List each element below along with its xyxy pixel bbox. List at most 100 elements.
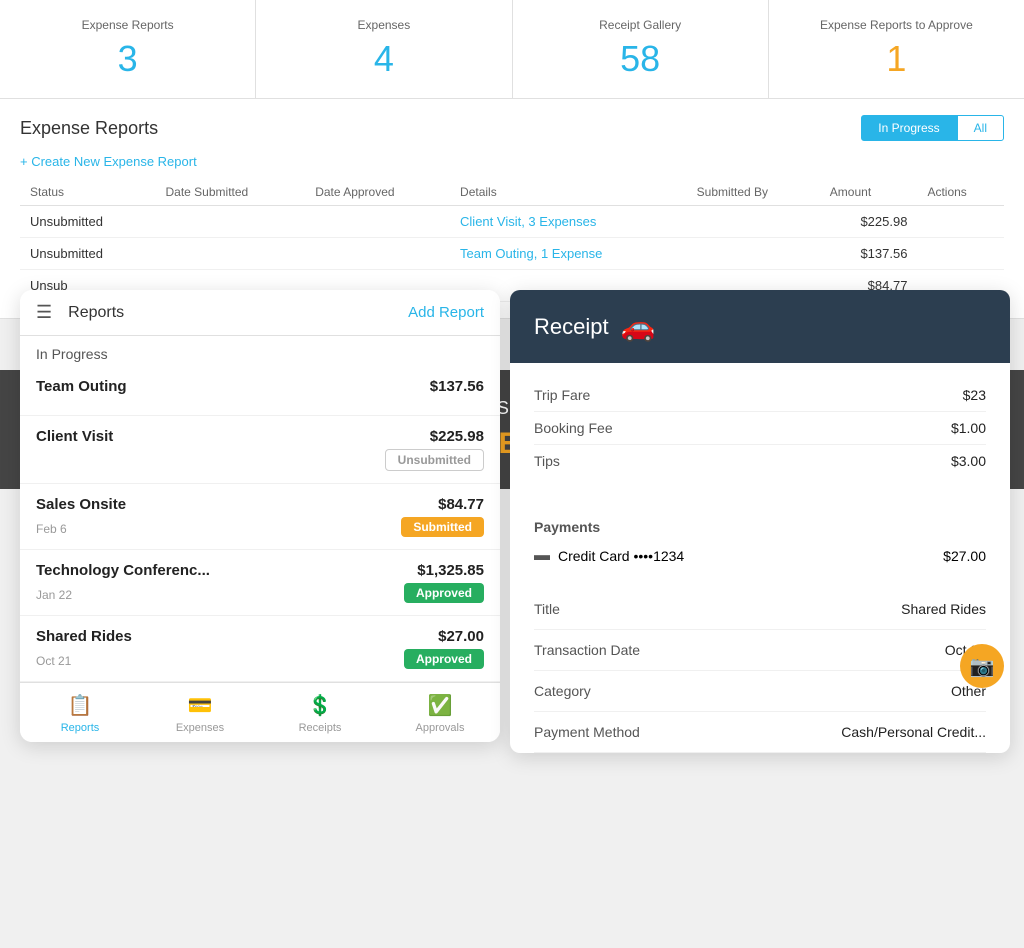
stats-bar: Expense Reports 3 Expenses 4 Receipt Gal… (0, 0, 1024, 99)
receipt-panel: Receipt 🚗 Trip Fare $23 Booking Fee $1.0… (510, 290, 1010, 753)
in-progress-header: In Progress (20, 336, 500, 366)
report-amount: $225.98 (430, 428, 484, 445)
list-item[interactable]: Shared Rides $27.00 Oct 21 Approved (20, 616, 500, 682)
cell-actions (917, 206, 1004, 238)
report-date: Feb 6 (36, 522, 67, 536)
add-report-button[interactable]: Add Report (408, 304, 484, 321)
status-badge: Approved (404, 583, 484, 603)
payments-title: Payments (534, 509, 986, 539)
stat-expenses[interactable]: Expenses 4 (256, 0, 512, 98)
mobile-nav-item-approvals[interactable]: ✅ Approvals (380, 693, 500, 734)
report-name: Shared Rides (36, 628, 132, 645)
report-amount: $137.56 (430, 378, 484, 395)
stat-expense-reports-value: 3 (20, 38, 235, 80)
stat-to-approve[interactable]: Expense Reports to Approve 1 (769, 0, 1024, 98)
report-name: Technology Conferenc... (36, 562, 210, 579)
detail-rows: Title Shared Rides Transaction Date Oct … (510, 589, 1010, 753)
payment-method-label: Payment Method (534, 724, 640, 740)
cell-date-submitted (156, 206, 306, 238)
tips-value: $3.00 (951, 453, 986, 469)
status-badge: Unsubmitted (385, 449, 484, 471)
list-item[interactable]: Sales Onsite $84.77 Feb 6 Submitted (20, 484, 500, 550)
reports-title: Expense Reports (20, 118, 158, 139)
list-item[interactable]: Technology Conferenc... $1,325.85 Jan 22… (20, 550, 500, 616)
stat-expense-reports[interactable]: Expense Reports 3 (0, 0, 256, 98)
filter-all[interactable]: All (957, 115, 1004, 141)
cell-amount: $225.98 (820, 206, 918, 238)
report-date: Jan 22 (36, 588, 72, 602)
trip-fare-row: Trip Fare $23 (534, 379, 986, 412)
reports-header: Expense Reports In Progress All (20, 115, 1004, 141)
col-submitted-by: Submitted By (687, 179, 820, 206)
mobile-nav: 📋 Reports 💳 Expenses 💲 Receipts ✅ Approv… (20, 682, 500, 742)
status-badge: Approved (404, 649, 484, 669)
stat-to-approve-value: 1 (789, 38, 1004, 80)
booking-fee-row: Booking Fee $1.00 (534, 412, 986, 445)
mobile-nav-label: Reports (61, 722, 100, 734)
stat-to-approve-label: Expense Reports to Approve (789, 18, 1004, 32)
tips-row: Tips $3.00 (534, 445, 986, 477)
stat-receipt-gallery[interactable]: Receipt Gallery 58 (513, 0, 769, 98)
mobile-title: Reports (68, 304, 408, 322)
receipt-title: Receipt (534, 314, 609, 340)
mobile-nav-label: Receipts (299, 722, 342, 734)
report-amount: $27.00 (438, 628, 484, 645)
report-name: Client Visit (36, 428, 113, 445)
stat-receipt-gallery-value: 58 (533, 38, 748, 80)
status-badge: Submitted (401, 517, 484, 537)
reports-section: Expense Reports In Progress All Create N… (0, 99, 1024, 319)
cell-status: Unsubmitted (20, 238, 156, 270)
title-value: Shared Rides (901, 601, 986, 617)
mobile-nav-item-receipts[interactable]: 💲 Receipts (260, 693, 380, 734)
mobile-nav-label: Approvals (416, 722, 465, 734)
mobile-app-overlay: ☰ Reports Add Report In Progress Team Ou… (20, 290, 500, 742)
stat-expense-reports-label: Expense Reports (20, 18, 235, 32)
cell-amount: $137.56 (820, 238, 918, 270)
car-icon: 🚗 (621, 310, 656, 343)
report-amount: $1,325.85 (417, 562, 484, 579)
transaction-date-label: Transaction Date (534, 642, 640, 658)
receipt-header: Receipt 🚗 (510, 290, 1010, 363)
col-actions: Actions (917, 179, 1004, 206)
tips-label: Tips (534, 453, 560, 469)
trip-fare-label: Trip Fare (534, 387, 590, 403)
report-date: Oct 21 (36, 654, 71, 668)
table-row[interactable]: Unsubmitted Team Outing, 1 Expense $137.… (20, 238, 1004, 270)
cell-actions (917, 238, 1004, 270)
category-label: Category (534, 683, 591, 699)
create-new-link[interactable]: Create New Expense Report (20, 154, 197, 169)
title-row: Title Shared Rides (534, 589, 986, 630)
receipt-body: Trip Fare $23 Booking Fee $1.00 Tips $3.… (510, 363, 1010, 493)
cell-date-approved (305, 238, 450, 270)
col-details: Details (450, 179, 687, 206)
stat-expenses-value: 4 (276, 38, 491, 80)
transaction-date-row: Transaction Date Oct 21 (534, 630, 986, 671)
category-row: Category Other (534, 671, 986, 712)
filter-in-progress[interactable]: In Progress (861, 115, 956, 141)
approvals-icon: ✅ (428, 693, 453, 718)
col-date-submitted: Date Submitted (156, 179, 306, 206)
mobile-nav-item-expenses[interactable]: 💳 Expenses (140, 693, 260, 734)
list-item[interactable]: Client Visit $225.98 Unsubmitted (20, 416, 500, 484)
expenses-icon: 💳 (188, 693, 213, 718)
credit-card-left: ▬ Credit Card ••••1234 (534, 547, 684, 565)
list-item[interactable]: Team Outing $137.56 (20, 366, 500, 416)
mobile-topnav: ☰ Reports Add Report (20, 290, 500, 336)
cell-date-submitted (156, 238, 306, 270)
booking-fee-label: Booking Fee (534, 420, 613, 436)
hamburger-icon[interactable]: ☰ (36, 302, 52, 323)
report-name: Team Outing (36, 378, 127, 395)
payments-section: Payments ▬ Credit Card ••••1234 $27.00 (510, 493, 1010, 589)
expense-table: Status Date Submitted Date Approved Deta… (20, 179, 1004, 302)
mobile-report-list: Team Outing $137.56 Client Visit $225.98… (20, 366, 500, 682)
table-row[interactable]: Unsubmitted Client Visit, 3 Expenses $22… (20, 206, 1004, 238)
cell-submitted-by (687, 238, 820, 270)
title-label: Title (534, 601, 560, 617)
payment-method-row: Payment Method Cash/Personal Credit... (534, 712, 986, 753)
credit-card-value: $27.00 (943, 548, 986, 564)
trip-fare-value: $23 (963, 387, 986, 403)
mobile-nav-item-reports[interactable]: 📋 Reports (20, 693, 140, 734)
camera-button[interactable]: 📷 (960, 644, 1004, 688)
credit-card-row: ▬ Credit Card ••••1234 $27.00 (534, 539, 986, 573)
mobile-nav-label: Expenses (176, 722, 224, 734)
